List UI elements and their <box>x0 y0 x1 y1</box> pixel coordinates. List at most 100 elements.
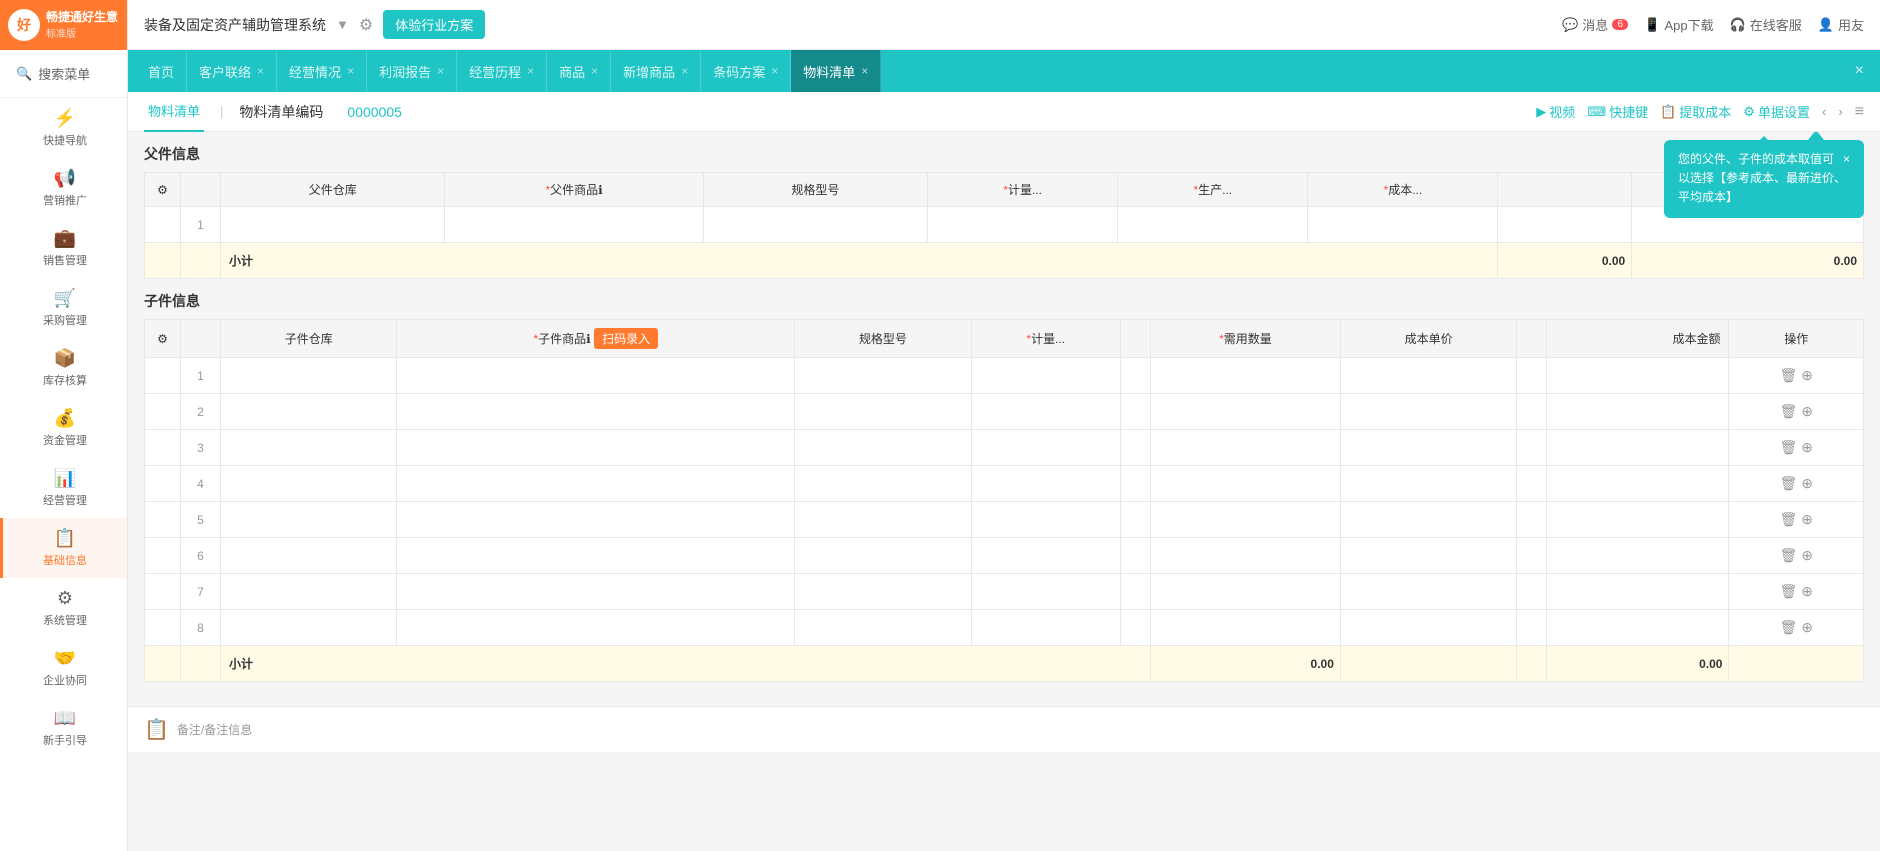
finance-label: 资金管理 <box>43 432 87 448</box>
close-all-tabs[interactable]: × <box>1847 62 1872 80</box>
tab-barcode-close[interactable]: × <box>771 64 778 78</box>
copy-row2-btn[interactable]: ⊕ <box>1801 403 1813 420</box>
sidebar-item-purchase[interactable]: 🛒 采购管理 <box>0 278 127 338</box>
tab-goods-close[interactable]: × <box>591 64 598 78</box>
sub-tab-bom-label: 物料清单 <box>148 101 200 120</box>
tab-history-close[interactable]: × <box>527 64 534 78</box>
sidebar-search[interactable]: 🔍 搜索菜单 <box>0 50 127 98</box>
tab-bom-close[interactable]: × <box>861 64 868 78</box>
tab-home[interactable]: 首页 <box>136 50 187 92</box>
sidebar-item-cooperation[interactable]: 🤝 企业协同 <box>0 638 127 698</box>
child-row1-unit[interactable] <box>971 358 1120 394</box>
tab-profit-close[interactable]: × <box>437 64 444 78</box>
nav-next[interactable]: › <box>1838 104 1842 119</box>
tab-customer[interactable]: 客户联络 × <box>187 50 277 92</box>
video-link[interactable]: ▶ 视频 <box>1536 102 1575 121</box>
dropdown-icon[interactable]: ▼ <box>336 17 349 32</box>
parent-row1-warehouse[interactable] <box>221 207 445 243</box>
tab-new-goods-close[interactable]: × <box>681 64 688 78</box>
doc-settings-link[interactable]: ⚙ 单据设置 <box>1743 102 1810 121</box>
copy-row1-btn[interactable]: ⊕ <box>1801 367 1813 384</box>
parent-row1-spec[interactable] <box>703 207 927 243</box>
parent-th-empty <box>1498 173 1632 207</box>
delete-row8-btn[interactable]: 🗑 <box>1779 619 1797 636</box>
delete-row1-btn[interactable]: 🗑 <box>1779 367 1797 384</box>
scan-input-btn[interactable]: 扫码录入 <box>594 328 658 349</box>
copy-row4-btn[interactable]: ⊕ <box>1801 475 1813 492</box>
tab-bom[interactable]: 物料清单 × <box>791 50 881 92</box>
main-content-area: × 您的父件、子件的成本取值可以选择【参考成本、最新进价、平均成本】 父件信息 … <box>128 132 1880 809</box>
tooltip-close[interactable]: × <box>1843 150 1850 169</box>
sub-header-separator: | <box>220 104 223 119</box>
tab-history-label: 经营历程 <box>469 62 521 81</box>
settings-icon[interactable]: ⚙ <box>157 183 168 197</box>
child-row2-qty[interactable] <box>1150 394 1340 430</box>
extract-cost-link[interactable]: 📋 提取成本 <box>1660 102 1731 121</box>
child-row2-unitcost[interactable] <box>1340 394 1516 430</box>
tab-barcode[interactable]: 条码方案 × <box>701 50 791 92</box>
copy-row6-btn[interactable]: ⊕ <box>1801 547 1813 564</box>
tab-history[interactable]: 经营历程 × <box>457 50 547 92</box>
delete-row2-btn[interactable]: 🗑 <box>1779 403 1797 420</box>
child-row1-amount <box>1547 358 1729 394</box>
child-row2-warehouse[interactable] <box>221 394 397 430</box>
sidebar-item-basic-info[interactable]: 📋 基础信息 <box>0 518 127 578</box>
message-btn[interactable]: 💬 消息 6 <box>1562 15 1628 34</box>
view-toggle[interactable]: ≡ <box>1855 103 1864 121</box>
child-row1-spec[interactable] <box>795 358 971 394</box>
delete-row4-btn[interactable]: 🗑 <box>1779 475 1797 492</box>
sidebar-item-quick-nav[interactable]: ⚡ 快捷导航 <box>0 98 127 158</box>
copy-row7-btn[interactable]: ⊕ <box>1801 583 1813 600</box>
nav-prev[interactable]: ‹ <box>1822 104 1826 119</box>
shortcut-icon: ⌨ <box>1587 104 1606 120</box>
tab-profit[interactable]: 利润报告 × <box>367 50 457 92</box>
copy-row8-btn[interactable]: ⊕ <box>1801 619 1813 636</box>
sidebar-item-guide[interactable]: 📖 新手引导 <box>0 698 127 758</box>
purchase-icon: 🛒 <box>54 288 76 309</box>
inventory-label: 库存核算 <box>43 372 87 388</box>
child-settings-icon[interactable]: ⚙ <box>157 332 168 346</box>
tab-goods[interactable]: 商品 × <box>547 50 611 92</box>
sidebar-item-inventory[interactable]: 📦 库存核算 <box>0 338 127 398</box>
child-row1-qty[interactable] <box>1150 358 1340 394</box>
sidebar-item-sales[interactable]: 💼 销售管理 <box>0 218 127 278</box>
delete-row5-btn[interactable]: 🗑 <box>1779 511 1797 528</box>
child-row1-unitcost[interactable] <box>1340 358 1516 394</box>
tab-operations[interactable]: 经营情况 × <box>277 50 367 92</box>
delete-row7-btn[interactable]: 🗑 <box>1779 583 1797 600</box>
delete-row6-btn[interactable]: 🗑 <box>1779 547 1797 564</box>
tab-new-goods[interactable]: 新增商品 × <box>611 50 701 92</box>
parent-row1-cost[interactable] <box>1308 207 1498 243</box>
parent-row1-num: 1 <box>181 207 221 243</box>
extract-cost-label: 提取成本 <box>1679 102 1731 121</box>
content-wrapper: 首页 客户联络 × 经营情况 × 利润报告 × 经营历程 × 商品 × <box>128 50 1880 809</box>
app-download-btn[interactable]: 📱 App下载 <box>1644 15 1713 34</box>
copy-row3-btn[interactable]: ⊕ <box>1801 439 1813 456</box>
child-th-warehouse: 子件仓库 <box>221 320 397 358</box>
parent-th-goods: *父件商品ℹ <box>445 173 703 207</box>
child-row2-spec[interactable] <box>795 394 971 430</box>
copy-row5-btn[interactable]: ⊕ <box>1801 511 1813 528</box>
sidebar-item-marketing[interactable]: 📢 营销推广 <box>0 158 127 218</box>
operations-icon: 📊 <box>54 468 76 489</box>
settings-icon[interactable]: ⚙ <box>359 15 373 35</box>
search-menu-btn[interactable]: 🔍 搜索菜单 <box>8 58 119 89</box>
sidebar-item-operations[interactable]: 📊 经营管理 <box>0 458 127 518</box>
child-row2-goods[interactable] <box>397 394 795 430</box>
sidebar-item-finance[interactable]: 💰 资金管理 <box>0 398 127 458</box>
parent-row1-unit[interactable] <box>928 207 1118 243</box>
delete-row3-btn[interactable]: 🗑 <box>1779 439 1797 456</box>
sub-tab-bom[interactable]: 物料清单 <box>144 92 204 132</box>
shortcut-link[interactable]: ⌨ 快捷键 <box>1587 102 1648 121</box>
sidebar-item-system[interactable]: ⚙ 系统管理 <box>0 578 127 638</box>
child-row2-unit[interactable] <box>971 394 1120 430</box>
trial-btn[interactable]: 体验行业方案 <box>383 10 485 39</box>
parent-row1-goods[interactable] <box>445 207 703 243</box>
online-service-btn[interactable]: 🎧 在线客服 <box>1730 15 1802 34</box>
user-btn[interactable]: 👤 用友 <box>1818 15 1864 34</box>
child-row1-warehouse[interactable] <box>221 358 397 394</box>
tab-customer-close[interactable]: × <box>257 64 264 78</box>
parent-row1-production[interactable] <box>1118 207 1308 243</box>
child-row1-goods[interactable] <box>397 358 795 394</box>
tab-operations-close[interactable]: × <box>347 64 354 78</box>
